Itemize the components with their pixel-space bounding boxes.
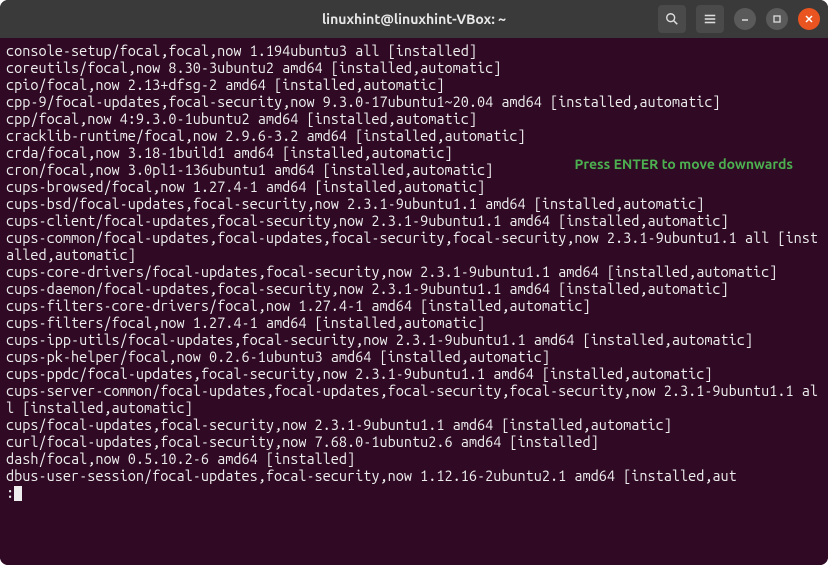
cursor <box>14 486 22 501</box>
annotation-overlay: Press ENTER to move downwards <box>574 156 793 173</box>
minimize-icon <box>740 14 750 24</box>
window-title: linuxhint@linuxhint-VBox: ~ <box>322 11 506 27</box>
titlebar-buttons <box>658 5 820 33</box>
terminal-lines: console-setup/focal,focal,now 1.194ubunt… <box>6 42 818 484</box>
pager-prompt: : <box>6 484 14 501</box>
search-button[interactable] <box>658 5 686 33</box>
menu-button[interactable] <box>696 5 724 33</box>
maximize-icon <box>772 14 782 24</box>
titlebar: linuxhint@linuxhint-VBox: ~ <box>0 0 828 38</box>
terminal-window: linuxhint@linuxhint-VBox: ~ Press ENTER … <box>0 0 828 565</box>
hamburger-icon <box>703 12 717 26</box>
maximize-button[interactable] <box>766 8 788 30</box>
search-icon <box>665 12 679 26</box>
minimize-button[interactable] <box>734 8 756 30</box>
terminal-output[interactable]: Press ENTER to move downwardsconsole-set… <box>0 38 828 565</box>
close-button[interactable] <box>798 8 820 30</box>
close-icon <box>804 14 814 24</box>
